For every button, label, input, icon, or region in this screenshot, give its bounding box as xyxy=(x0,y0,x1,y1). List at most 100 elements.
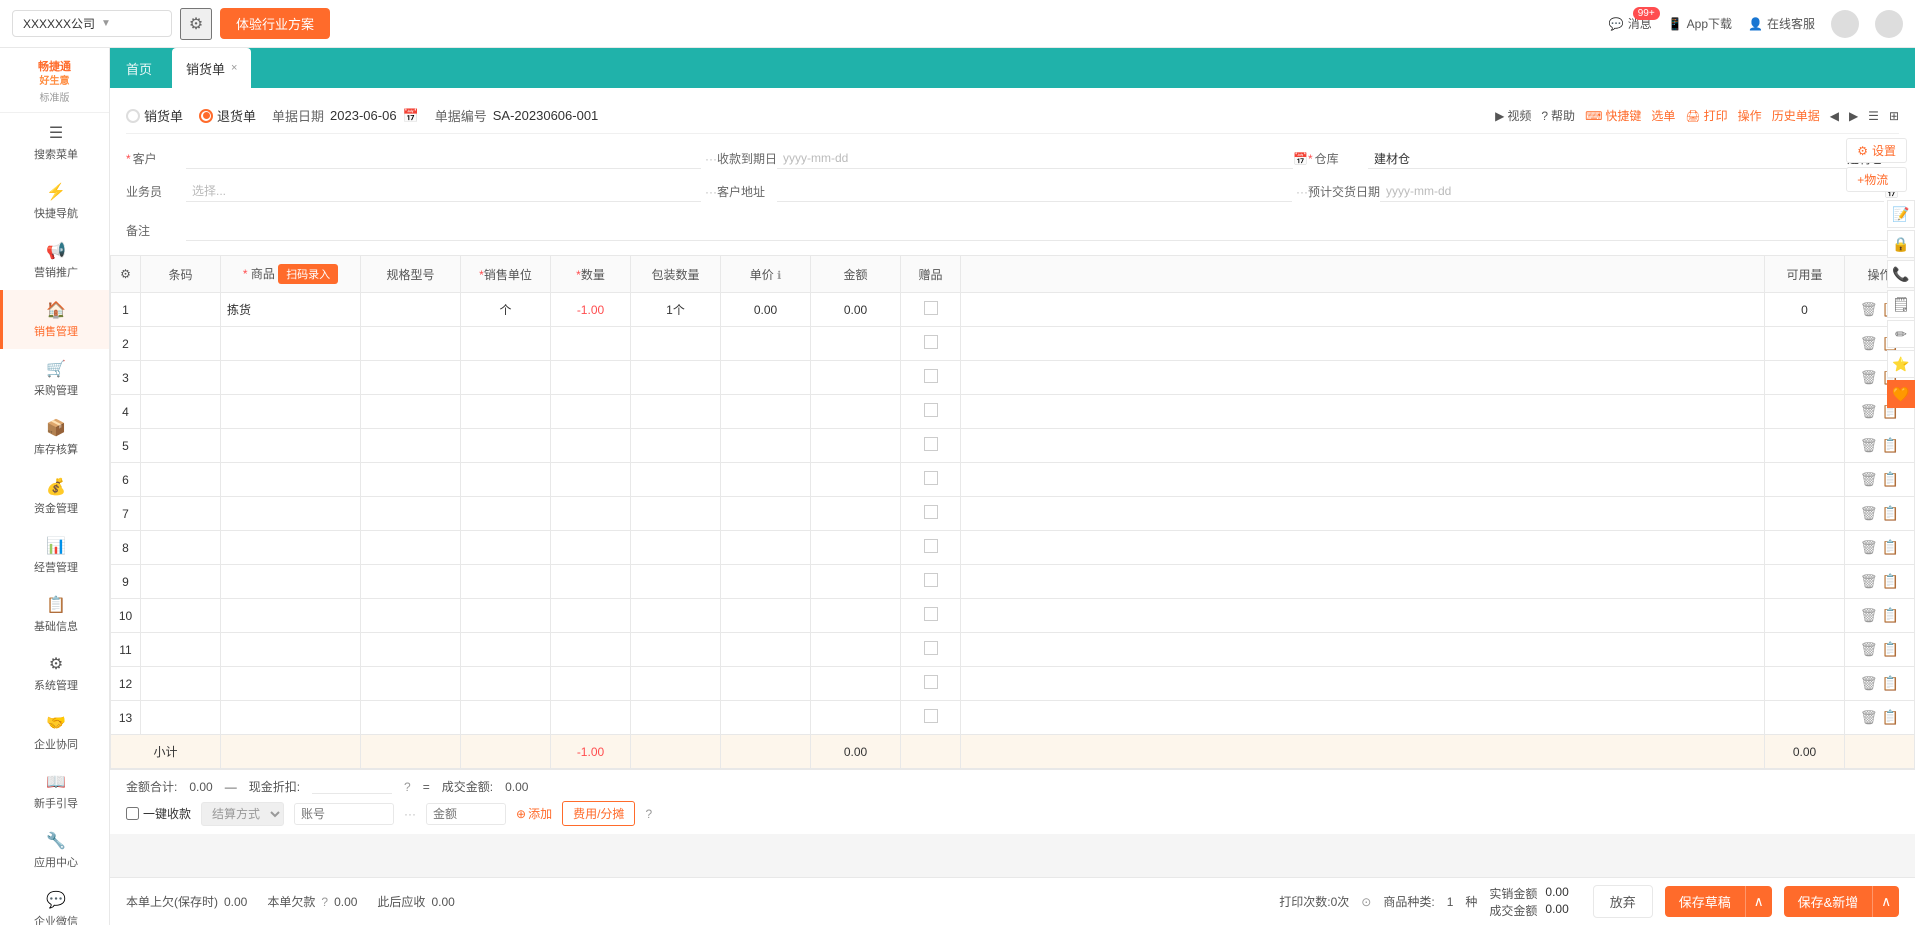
row-amount[interactable]: 0.00 xyxy=(811,293,901,327)
delete-icon[interactable]: 🗑 xyxy=(1860,369,1878,386)
gift-checkbox[interactable] xyxy=(924,403,938,417)
salesperson-input[interactable] xyxy=(186,181,701,202)
list-view-btn[interactable]: ☰ xyxy=(1868,109,1879,123)
grid-view-btn[interactable]: ⊞ xyxy=(1889,109,1899,123)
row-unit-price[interactable] xyxy=(721,497,811,531)
right-btn-phone[interactable]: 📞 xyxy=(1887,260,1915,288)
nav-next-btn[interactable]: ▶ xyxy=(1849,109,1858,123)
receipt-date-input[interactable] xyxy=(777,148,1293,169)
row-barcode[interactable] xyxy=(141,463,221,497)
calendar-icon[interactable]: 📅 xyxy=(403,108,419,124)
right-btn-edit[interactable]: ✏ xyxy=(1887,320,1915,348)
gift-checkbox[interactable] xyxy=(924,675,938,689)
customer-dots[interactable]: ··· xyxy=(705,152,717,166)
row-spec[interactable] xyxy=(361,531,461,565)
message-icon-btn[interactable]: 💬 消息 99+ xyxy=(1609,15,1652,32)
row-gift[interactable] xyxy=(901,667,961,701)
doc-no-value[interactable]: SA-20230606-001 xyxy=(493,108,599,123)
row-qty[interactable] xyxy=(551,429,631,463)
tab-close-icon[interactable]: × xyxy=(231,62,237,74)
row-unit-price[interactable]: 0.00 xyxy=(721,293,811,327)
gift-checkbox[interactable] xyxy=(924,505,938,519)
copy-icon[interactable]: 📋 xyxy=(1882,675,1899,692)
cash-discount-input[interactable] xyxy=(312,779,392,794)
row-product[interactable]: 拣货 xyxy=(221,293,361,327)
row-barcode[interactable] xyxy=(141,293,221,327)
delete-icon[interactable]: 🗑 xyxy=(1860,301,1878,318)
user-avatar[interactable] xyxy=(1831,10,1859,38)
row-amount[interactable] xyxy=(811,327,901,361)
row-product[interactable] xyxy=(221,701,361,735)
row-pkg-qty[interactable] xyxy=(631,497,721,531)
row-unit[interactable] xyxy=(461,497,551,531)
gift-checkbox[interactable] xyxy=(924,437,938,451)
row-unit[interactable] xyxy=(461,395,551,429)
row-amount[interactable] xyxy=(811,667,901,701)
row-unit-price[interactable] xyxy=(721,565,811,599)
row-unit[interactable]: 个 xyxy=(461,293,551,327)
row-qty[interactable] xyxy=(551,395,631,429)
notes-input[interactable] xyxy=(186,220,1899,241)
row-gift[interactable] xyxy=(901,497,961,531)
right-btn-memo[interactable]: 🗒 xyxy=(1887,290,1915,318)
row-pkg-qty[interactable] xyxy=(631,531,721,565)
row-unit[interactable] xyxy=(461,565,551,599)
sidebar-item-guide[interactable]: 📖 新手引导 xyxy=(0,762,109,821)
row-unit[interactable] xyxy=(461,463,551,497)
row-unit-price[interactable] xyxy=(721,395,811,429)
copy-icon[interactable]: 📋 xyxy=(1882,573,1899,590)
row-gift[interactable] xyxy=(901,293,961,327)
copy-icon[interactable]: 📋 xyxy=(1882,505,1899,522)
discard-btn[interactable]: 放弃 xyxy=(1593,885,1653,918)
row-qty[interactable] xyxy=(551,497,631,531)
sidebar-item-inventory[interactable]: 📦 库存核算 xyxy=(0,408,109,467)
row-spec[interactable] xyxy=(361,701,461,735)
delete-icon[interactable]: 🗑 xyxy=(1860,505,1878,522)
row-qty[interactable] xyxy=(551,565,631,599)
radio-return[interactable]: 退货单 xyxy=(199,106,256,125)
row-unit[interactable] xyxy=(461,701,551,735)
row-qty[interactable] xyxy=(551,701,631,735)
row-amount[interactable] xyxy=(811,701,901,735)
row-pkg-qty[interactable] xyxy=(631,701,721,735)
row-pkg-qty[interactable] xyxy=(631,599,721,633)
row-gift[interactable] xyxy=(901,701,961,735)
row-pkg-qty[interactable] xyxy=(631,633,721,667)
sidebar-item-sales[interactable]: 🏠 销售管理 xyxy=(0,290,109,349)
right-btn-orange[interactable]: 🧡 xyxy=(1887,380,1915,408)
row-spec[interactable] xyxy=(361,395,461,429)
history-btn[interactable]: 历史单据 xyxy=(1772,107,1820,124)
online-service-btn[interactable]: 👤 在线客服 xyxy=(1748,15,1815,32)
customer-addr-dots[interactable]: ··· xyxy=(1296,185,1308,199)
row-qty[interactable] xyxy=(551,599,631,633)
delete-icon[interactable]: 🗑 xyxy=(1860,675,1878,692)
row-spec[interactable] xyxy=(361,293,461,327)
row-spec[interactable] xyxy=(361,497,461,531)
row-gift[interactable] xyxy=(901,565,961,599)
row-amount[interactable] xyxy=(811,565,901,599)
row-amount[interactable] xyxy=(811,361,901,395)
row-product[interactable] xyxy=(221,463,361,497)
delete-icon[interactable]: 🗑 xyxy=(1860,403,1878,420)
delete-icon[interactable]: 🗑 xyxy=(1860,471,1878,488)
print-btn[interactable]: 🖨 打印 xyxy=(1685,107,1727,124)
row-barcode[interactable] xyxy=(141,429,221,463)
row-pkg-qty[interactable] xyxy=(631,565,721,599)
row-qty[interactable] xyxy=(551,327,631,361)
gift-checkbox[interactable] xyxy=(924,471,938,485)
row-unit[interactable] xyxy=(461,327,551,361)
row-spec[interactable] xyxy=(361,667,461,701)
row-pkg-qty[interactable] xyxy=(631,667,721,701)
receipt-calendar-icon[interactable]: 📅 xyxy=(1293,152,1308,166)
row-barcode[interactable] xyxy=(141,599,221,633)
row-product[interactable] xyxy=(221,531,361,565)
row-unit[interactable] xyxy=(461,599,551,633)
delete-icon[interactable]: 🗑 xyxy=(1860,573,1878,590)
sidebar-item-operations[interactable]: 📊 经营管理 xyxy=(0,526,109,585)
nav-prev-btn[interactable]: ◀ xyxy=(1830,109,1839,123)
row-amount[interactable] xyxy=(811,429,901,463)
account-dots[interactable]: ··· xyxy=(404,807,416,821)
row-product[interactable] xyxy=(221,565,361,599)
row-qty[interactable] xyxy=(551,633,631,667)
sidebar-item-shortcut[interactable]: ⚡ 快捷导航 xyxy=(0,172,109,231)
